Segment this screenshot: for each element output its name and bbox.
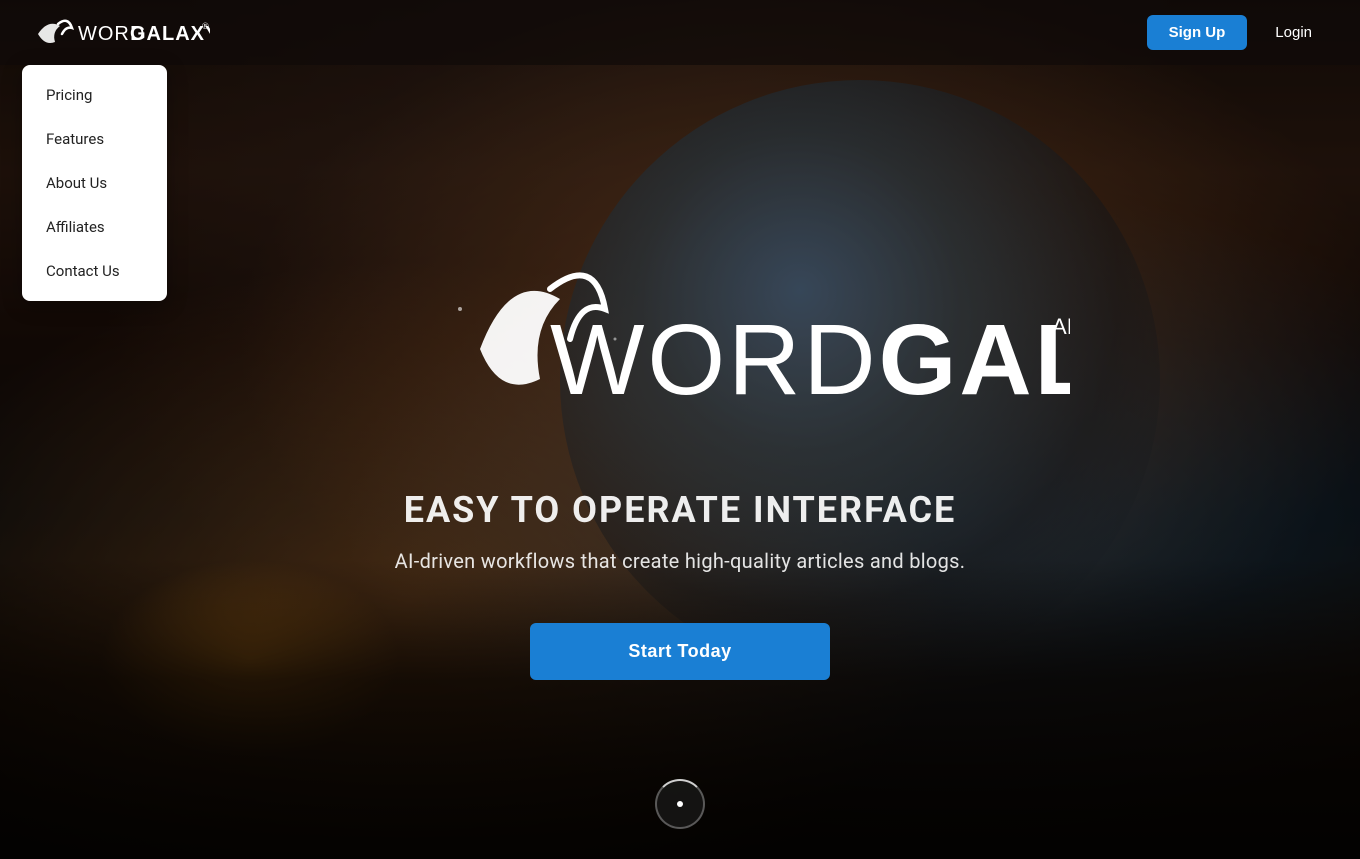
hero-logo: WORDGALAXY AI bbox=[290, 239, 1070, 459]
dropdown-item-contact-us[interactable]: Contact Us bbox=[22, 249, 167, 293]
dropdown-item-features[interactable]: Features bbox=[22, 117, 167, 161]
nav-buttons: Sign Up Login bbox=[1147, 15, 1330, 50]
hero-logo-svg: WORDGALAXY AI bbox=[290, 239, 1070, 459]
svg-text:WORDGALAXY: WORDGALAXY bbox=[550, 304, 1070, 416]
hero-headline: EASY TO OPERATE INTERFACE bbox=[404, 489, 957, 531]
bottom-indicator bbox=[655, 779, 705, 829]
hero-subheadline: AI-driven workflows that create high-qua… bbox=[395, 549, 966, 573]
dropdown-item-about-us[interactable]: About Us bbox=[22, 161, 167, 205]
dropdown-item-pricing[interactable]: Pricing bbox=[22, 73, 167, 117]
signup-button[interactable]: Sign Up bbox=[1147, 15, 1248, 50]
start-today-button[interactable]: Start Today bbox=[530, 623, 830, 680]
login-button[interactable]: Login bbox=[1257, 15, 1330, 50]
dropdown-item-affiliates[interactable]: Affiliates bbox=[22, 205, 167, 249]
navbar-logo: WORD GALAXY ® bbox=[30, 14, 210, 52]
svg-text:GALAXY: GALAXY bbox=[130, 23, 210, 45]
loading-circle bbox=[655, 779, 705, 829]
navbar: WORD GALAXY ® Sign Up Login bbox=[0, 0, 1360, 65]
dropdown-menu: Pricing Features About Us Affiliates Con… bbox=[22, 65, 167, 301]
loading-dot bbox=[677, 801, 683, 807]
main-content: WORDGALAXY AI EASY TO OPERATE INTERFACE … bbox=[0, 0, 1360, 859]
logo-area: WORD GALAXY ® bbox=[30, 14, 210, 52]
svg-text:AI: AI bbox=[1052, 314, 1070, 339]
svg-text:®: ® bbox=[202, 21, 210, 31]
wordgalaxy-logo-svg: WORD GALAXY ® bbox=[30, 14, 210, 52]
